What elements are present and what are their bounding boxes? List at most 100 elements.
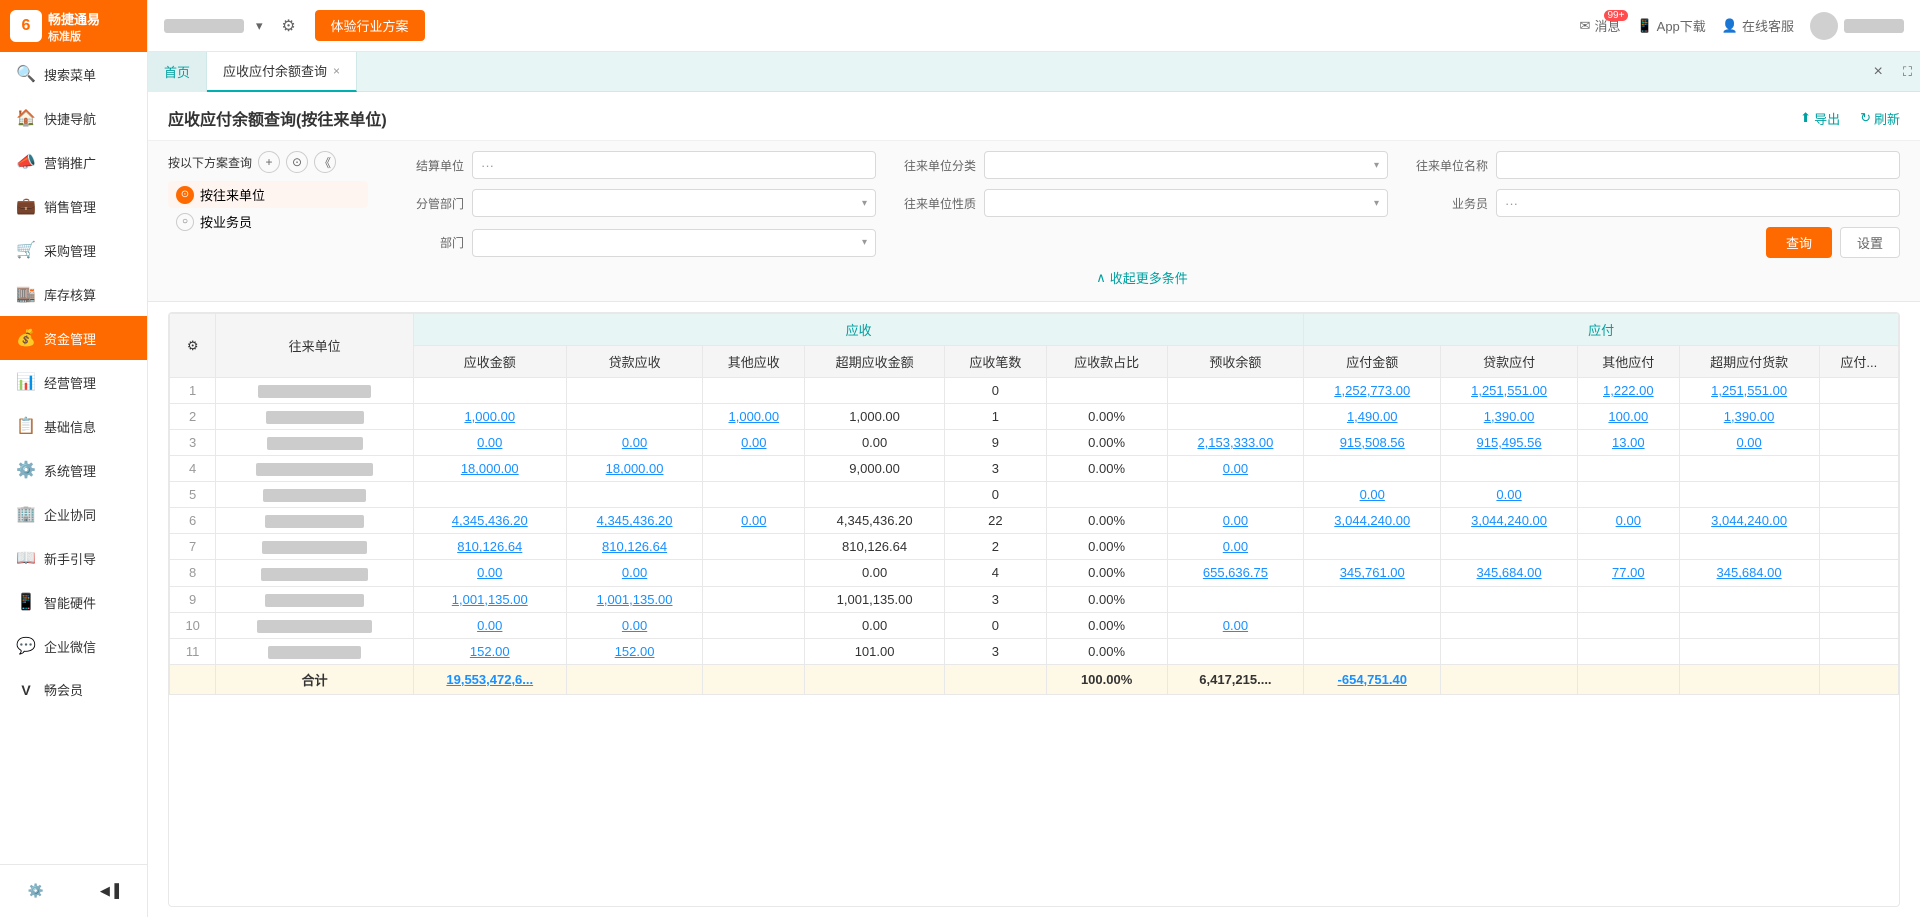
th-settings[interactable]: ⚙	[170, 314, 216, 378]
row-other-ap[interactable]: 77.00	[1577, 560, 1679, 586]
sidebar-item-inventory[interactable]: 🏬 库存核算	[0, 272, 147, 316]
row-ar[interactable]: 0.00	[413, 612, 566, 638]
row-loan-ar[interactable]: 0.00	[566, 430, 703, 456]
online-service-button[interactable]: 👤 在线客服	[1722, 16, 1794, 35]
row-overdue-ap[interactable]: 0.00	[1679, 430, 1819, 456]
row-ap[interactable]: 1,490.00	[1304, 404, 1441, 430]
sidebar-item-operation[interactable]: 📊 经营管理	[0, 360, 147, 404]
row-other-ap[interactable]: 0.00	[1577, 508, 1679, 534]
row-ap[interactable]: 345,761.00	[1304, 560, 1441, 586]
row-ar-count: 9	[945, 430, 1047, 456]
row-other-ap[interactable]: 1,222.00	[1577, 378, 1679, 404]
export-button[interactable]: ⬆ 导出	[1800, 109, 1840, 128]
collapse-btn[interactable]: ◀▐	[92, 875, 127, 907]
row-overdue-ap[interactable]: 345,684.00	[1679, 560, 1819, 586]
sidebar-item-corp[interactable]: 🏢 企业协同	[0, 492, 147, 536]
row-ap[interactable]: 3,044,240.00	[1304, 508, 1441, 534]
tab-home[interactable]: 首页	[148, 52, 207, 92]
footer-ar-total[interactable]: 19,553,472,6...	[413, 664, 566, 694]
sidebar-item-member[interactable]: V 畅会员	[0, 668, 147, 711]
settlement-unit-input[interactable]: ···	[472, 151, 876, 179]
row-other-ar[interactable]: 1,000.00	[703, 404, 805, 430]
sidebar-item-hardware[interactable]: 📱 智能硬件	[0, 580, 147, 624]
unit-nature-input[interactable]: ▾	[984, 189, 1388, 217]
user-area[interactable]	[1810, 12, 1904, 40]
row-ar[interactable]: 810,126.64	[413, 534, 566, 560]
row-ar[interactable]: 0.00	[413, 560, 566, 586]
row-ap[interactable]: 0.00	[1304, 482, 1441, 508]
tab-ar-query[interactable]: 应收应付余额查询 ×	[207, 52, 357, 92]
row-ap[interactable]: 915,508.56	[1304, 430, 1441, 456]
filter-option-by-unit[interactable]: ⊙ 按往来单位	[168, 181, 368, 208]
row-overdue-ap[interactable]: 1,251,551.00	[1679, 378, 1819, 404]
row-loan-ar[interactable]: 152.00	[566, 638, 703, 664]
row-ar[interactable]: 4,345,436.20	[413, 508, 566, 534]
row-prepay[interactable]: 0.00	[1167, 508, 1304, 534]
collapse-more-button[interactable]: ∧ 收起更多条件	[1092, 264, 1192, 291]
unit-category-input[interactable]: ▾	[984, 151, 1388, 179]
expand-button[interactable]: ⛶	[1895, 64, 1920, 80]
row-overdue-ap[interactable]: 3,044,240.00	[1679, 508, 1819, 534]
industry-plan-button[interactable]: 体验行业方案	[315, 10, 425, 41]
table-settings-icon[interactable]: ⚙	[187, 338, 199, 353]
row-loan-ap[interactable]: 345,684.00	[1441, 560, 1578, 586]
sidebar-item-purchase[interactable]: 🛒 采购管理	[0, 228, 147, 272]
sidebar-item-system[interactable]: ⚙️ 系统管理	[0, 448, 147, 492]
sidebar-item-marketing[interactable]: 📣 营销推广	[0, 140, 147, 184]
row-other-ap[interactable]: 100.00	[1577, 404, 1679, 430]
row-loan-ar[interactable]: 0.00	[566, 560, 703, 586]
row-prepay[interactable]: 2,153,333.00	[1167, 430, 1304, 456]
row-prepay[interactable]: 0.00	[1167, 456, 1304, 482]
row-ar[interactable]: 18,000.00	[413, 456, 566, 482]
row-prepay[interactable]: 0.00	[1167, 534, 1304, 560]
row-loan-ar[interactable]: 1,001,135.00	[566, 586, 703, 612]
tab-close-icon[interactable]: ×	[333, 64, 340, 78]
salesperson-input[interactable]: ···	[1496, 189, 1900, 217]
message-button[interactable]: ✉ 消息 99+	[1580, 16, 1621, 35]
topbar-gear-icon[interactable]: ⚙	[275, 12, 303, 40]
refresh-button[interactable]: ↻ 刷新	[1860, 109, 1900, 128]
row-other-ar[interactable]: 0.00	[703, 430, 805, 456]
sidebar-item-search[interactable]: 🔍 搜索菜单	[0, 52, 147, 96]
dept-input[interactable]: ▾	[472, 229, 876, 257]
topbar-dropdown[interactable]: ▾	[256, 18, 263, 34]
row-ar[interactable]: 152.00	[413, 638, 566, 664]
row-loan-ap[interactable]: 915,495.56	[1441, 430, 1578, 456]
row-prepay[interactable]: 655,636.75	[1167, 560, 1304, 586]
row-ap[interactable]: 1,252,773.00	[1304, 378, 1441, 404]
row-loan-ap[interactable]: 1,251,551.00	[1441, 378, 1578, 404]
row-prepay[interactable]: 0.00	[1167, 612, 1304, 638]
sidebar-item-guide[interactable]: 📖 新手引导	[0, 536, 147, 580]
row-other-ap[interactable]: 13.00	[1577, 430, 1679, 456]
row-other-ar[interactable]: 0.00	[703, 508, 805, 534]
row-loan-ar[interactable]: 18,000.00	[566, 456, 703, 482]
edit-filter-button[interactable]: ⊙	[286, 151, 308, 173]
row-loan-ar[interactable]: 0.00	[566, 612, 703, 638]
row-loan-ap[interactable]: 3,044,240.00	[1441, 508, 1578, 534]
sidebar-item-basic[interactable]: 📋 基础信息	[0, 404, 147, 448]
add-filter-button[interactable]: +	[258, 151, 280, 173]
sidebar-item-wechat[interactable]: 💬 企业微信	[0, 624, 147, 668]
row-ar[interactable]: 1,000.00	[413, 404, 566, 430]
row-loan-ar[interactable]: 810,126.64	[566, 534, 703, 560]
settings-btn[interactable]: ⚙️	[20, 875, 52, 907]
sidebar-item-quicknav[interactable]: 🏠 快捷导航	[0, 96, 147, 140]
row-overdue-ap[interactable]: 1,390.00	[1679, 404, 1819, 430]
collapse-filter-button[interactable]: 《	[314, 151, 336, 173]
row-ar[interactable]: 0.00	[413, 430, 566, 456]
close-all-button[interactable]: ×	[1862, 63, 1895, 81]
row-loan-ap[interactable]: 0.00	[1441, 482, 1578, 508]
manage-dept-input[interactable]: ▾	[472, 189, 876, 217]
row-loan-ar[interactable]: 4,345,436.20	[566, 508, 703, 534]
footer-ap-total[interactable]: -654,751.40	[1304, 664, 1441, 694]
sidebar-item-finance[interactable]: 💰 资金管理	[0, 316, 147, 360]
row-ar[interactable]: 1,001,135.00	[413, 586, 566, 612]
query-button[interactable]: 查询	[1766, 227, 1832, 258]
row-loan-ap[interactable]: 1,390.00	[1441, 404, 1578, 430]
sidebar-item-sales[interactable]: 💼 销售管理	[0, 184, 147, 228]
filter-option-by-staff[interactable]: ○ 按业务员	[168, 208, 368, 235]
table-wrapper[interactable]: ⚙ 往来单位 应收 应付 应收金额 贷款应收 其他应收 超期应收金额 应收笔数 …	[168, 312, 1900, 907]
unit-name-input[interactable]	[1496, 151, 1900, 179]
setting-button[interactable]: 设置	[1840, 227, 1900, 258]
app-download-button[interactable]: 📱 App下载	[1636, 16, 1705, 35]
